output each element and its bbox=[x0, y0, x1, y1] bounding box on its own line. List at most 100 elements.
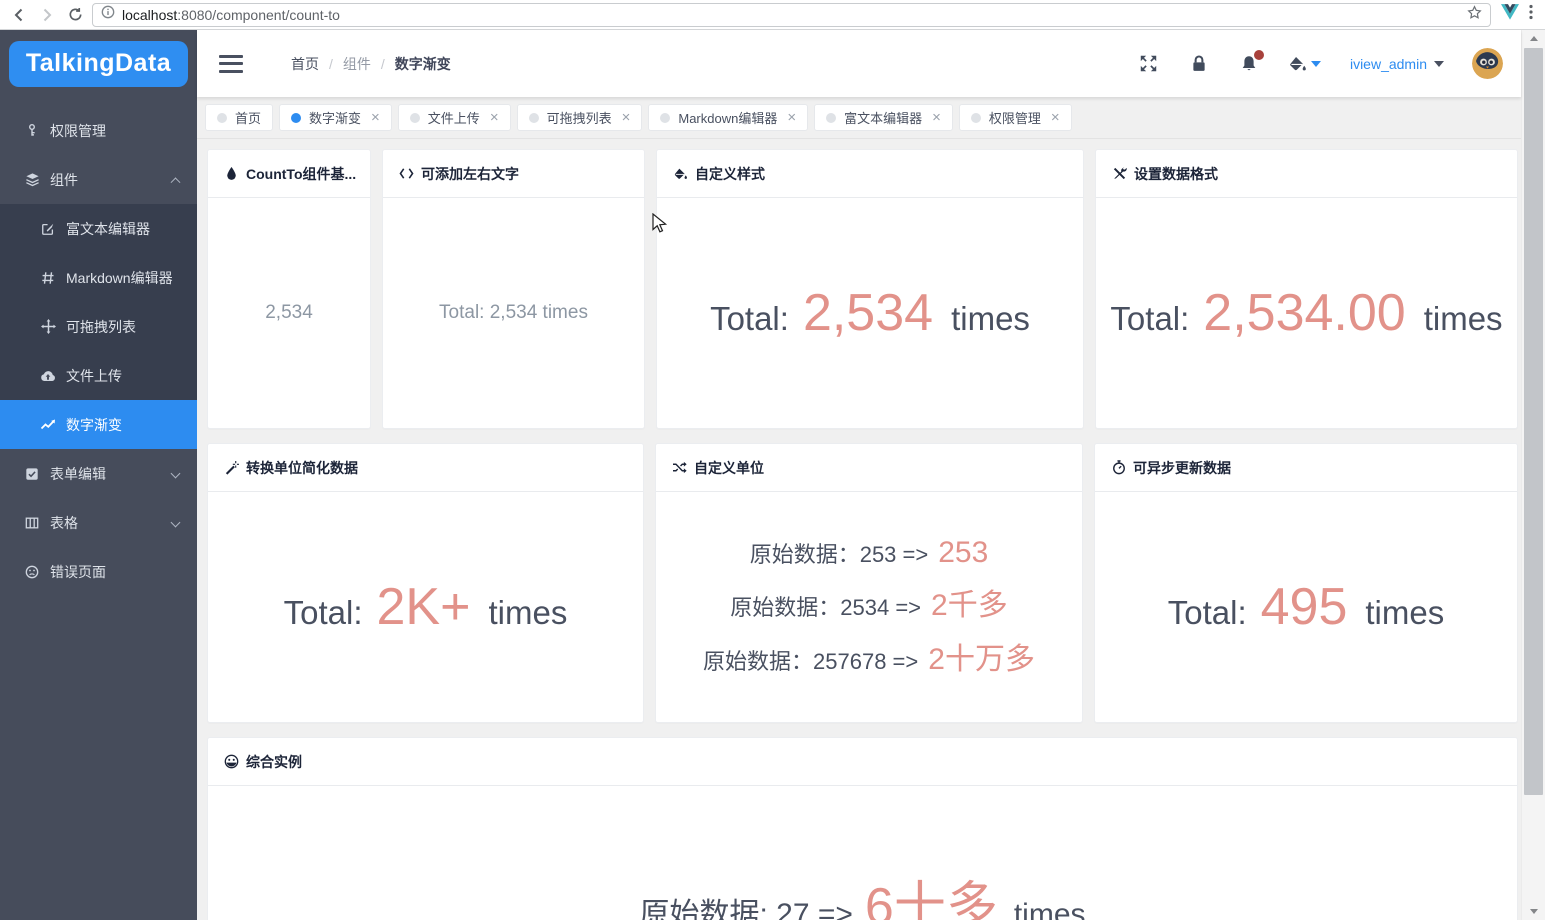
key-icon bbox=[24, 123, 40, 139]
app-logo: TalkingData bbox=[9, 40, 188, 87]
scroll-down-arrow-icon[interactable] bbox=[1522, 903, 1545, 920]
checkbox-icon bbox=[24, 466, 40, 482]
hash-icon bbox=[40, 270, 56, 286]
sidebar: TalkingData 权限管理 组件 富文本编辑器 Markdown编辑器 可… bbox=[0, 30, 197, 920]
app-header: 首页 / 组件 / 数字渐变 iview_admin bbox=[197, 30, 1521, 97]
unit-conversion-list: 原始数据：253 => 253 原始数据：2534 => 2千多 原始数据：2576… bbox=[703, 536, 1035, 678]
tab-dot-icon bbox=[826, 112, 837, 123]
sidebar-item-rich-editor[interactable]: 富文本编辑器 bbox=[0, 204, 197, 253]
page-content: CountTo组件基... 2,534 可添加左右文字 Total: 2,534… bbox=[197, 139, 1521, 920]
scroll-up-arrow-icon[interactable] bbox=[1522, 30, 1545, 47]
tab-label: 可拖拽列表 bbox=[546, 111, 612, 126]
sidebar-item-markdown[interactable]: Markdown编辑器 bbox=[0, 253, 197, 302]
username: iview_admin bbox=[1349, 55, 1427, 72]
address-bar[interactable]: localhost:8080/component/count-to bbox=[92, 2, 1491, 27]
tab-count-to[interactable]: 数字渐变 × bbox=[279, 104, 392, 131]
sidebar-item-label: 文件上传 bbox=[66, 367, 122, 384]
chrome-menu-icon[interactable] bbox=[1529, 4, 1533, 25]
tab-permission[interactable]: 权限管理 × bbox=[958, 104, 1072, 131]
refresh-icon[interactable] bbox=[64, 4, 86, 26]
tab-close-icon[interactable]: × bbox=[622, 110, 631, 125]
count-text: Total: 2,534 times bbox=[439, 302, 588, 323]
sidebar-item-table[interactable]: 表格 bbox=[0, 498, 197, 547]
count-display: Total: 2,534 times bbox=[710, 284, 1030, 342]
sidebar-item-components[interactable]: 组件 bbox=[0, 155, 197, 204]
breadcrumb-section[interactable]: 组件 bbox=[343, 54, 371, 74]
count-display: Total: 2,534.00 times bbox=[1110, 284, 1503, 342]
avatar[interactable] bbox=[1472, 48, 1503, 79]
unit-row: 原始数据：2534 => 2千多 bbox=[730, 589, 1008, 622]
components-submenu: 富文本编辑器 Markdown编辑器 可拖拽列表 文件上传 数字渐变 bbox=[0, 204, 197, 449]
breadcrumb-current: 数字渐变 bbox=[394, 55, 451, 72]
chevron-down-icon bbox=[170, 468, 181, 479]
tab-close-icon[interactable]: × bbox=[787, 110, 796, 125]
card-countto-basic: CountTo组件基... 2,534 bbox=[207, 149, 371, 429]
site-info-icon[interactable] bbox=[101, 5, 115, 24]
tab-upload[interactable]: 文件上传 × bbox=[397, 104, 511, 131]
table-icon bbox=[24, 515, 40, 531]
browser-chrome: localhost:8080/component/count-to bbox=[0, 0, 1545, 30]
user-menu[interactable]: iview_admin bbox=[1350, 56, 1444, 72]
vue-devtools-icon[interactable] bbox=[1501, 4, 1519, 25]
compose-icon bbox=[40, 221, 56, 237]
paint-bucket-icon bbox=[673, 166, 688, 181]
count-display: Total: 2K+ times bbox=[283, 578, 568, 636]
tab-close-icon[interactable]: × bbox=[490, 110, 499, 125]
url-text: localhost:8080/component/count-to bbox=[122, 6, 340, 23]
sidebar-item-label: 数字渐变 bbox=[66, 416, 122, 433]
sidebar-item-label: 组件 bbox=[50, 171, 78, 188]
sidebar-item-form-edit[interactable]: 表单编辑 bbox=[0, 449, 197, 498]
tab-rich-editor[interactable]: 富文本编辑器 × bbox=[814, 104, 953, 131]
sidebar-item-draggable[interactable]: 可拖拽列表 bbox=[0, 302, 197, 351]
chevron-down-icon bbox=[170, 517, 181, 528]
back-icon[interactable] bbox=[8, 4, 30, 26]
sidebar-menu: 权限管理 组件 富文本编辑器 Markdown编辑器 可拖拽列表 文件上传 数字… bbox=[0, 97, 197, 596]
card-title: 可异步更新数据 bbox=[1133, 459, 1231, 476]
tab-close-icon[interactable]: × bbox=[1051, 110, 1060, 125]
code-icon bbox=[399, 166, 414, 181]
card-title: 综合实例 bbox=[246, 753, 302, 770]
tab-label: 数字渐变 bbox=[309, 111, 362, 126]
droplet-icon bbox=[224, 166, 239, 181]
layers-icon bbox=[24, 172, 40, 188]
count-display: 原始数据: 27 => 6十多 times bbox=[639, 877, 1086, 920]
breadcrumb-home[interactable]: 首页 bbox=[291, 54, 319, 74]
lock-icon[interactable] bbox=[1188, 53, 1210, 75]
bookmark-star-icon[interactable] bbox=[1467, 4, 1482, 25]
breadcrumb: 首页 / 组件 / 数字渐变 bbox=[291, 54, 451, 74]
fullscreen-icon[interactable] bbox=[1138, 53, 1160, 75]
hamburger-menu-icon[interactable] bbox=[219, 54, 243, 73]
stopwatch-icon bbox=[1111, 460, 1126, 475]
sidebar-item-permission[interactable]: 权限管理 bbox=[0, 106, 197, 155]
tab-dot-icon bbox=[291, 112, 302, 123]
scrollbar-thumb[interactable] bbox=[1524, 48, 1543, 795]
tab-draggable[interactable]: 可拖拽列表 × bbox=[516, 104, 643, 131]
tab-label: 富文本编辑器 bbox=[844, 111, 923, 126]
card-custom-unit: 自定义单位 原始数据：253 => 253 原始数据：2534 => 2千多 原始数… bbox=[655, 443, 1083, 723]
card-title: 自定义样式 bbox=[695, 165, 765, 182]
count-display: Total: 495 times bbox=[1167, 578, 1445, 636]
sidebar-item-error-page[interactable]: 错误页面 bbox=[0, 547, 197, 596]
forward-icon[interactable] bbox=[36, 4, 58, 26]
tab-home[interactable]: 首页 bbox=[205, 104, 274, 131]
tab-markdown[interactable]: Markdown编辑器 × bbox=[648, 104, 809, 131]
tab-label: 首页 bbox=[235, 111, 262, 126]
tab-close-icon[interactable]: × bbox=[371, 110, 380, 125]
logo-area[interactable]: TalkingData bbox=[0, 30, 197, 97]
sidebar-item-label: 富文本编辑器 bbox=[66, 220, 150, 237]
tab-close-icon[interactable]: × bbox=[932, 110, 941, 125]
card-title: 转换单位简化数据 bbox=[246, 459, 358, 476]
tab-dot-icon bbox=[528, 112, 539, 123]
notification-bell-icon[interactable] bbox=[1238, 49, 1264, 75]
sidebar-item-upload[interactable]: 文件上传 bbox=[0, 351, 197, 400]
trending-up-icon bbox=[40, 417, 56, 433]
smiley-icon bbox=[224, 754, 239, 769]
page-scrollbar[interactable] bbox=[1521, 30, 1545, 920]
sidebar-item-count-to[interactable]: 数字渐变 bbox=[0, 400, 197, 449]
sidebar-item-label: Markdown编辑器 bbox=[66, 269, 173, 286]
theme-dropdown-arrow bbox=[1311, 60, 1322, 67]
notification-badge bbox=[1253, 49, 1264, 60]
sidebar-item-label: 表单编辑 bbox=[50, 465, 106, 482]
theme-switch-icon[interactable] bbox=[1288, 53, 1322, 75]
card-async-update: 可异步更新数据 Total: 495 times bbox=[1094, 443, 1518, 723]
